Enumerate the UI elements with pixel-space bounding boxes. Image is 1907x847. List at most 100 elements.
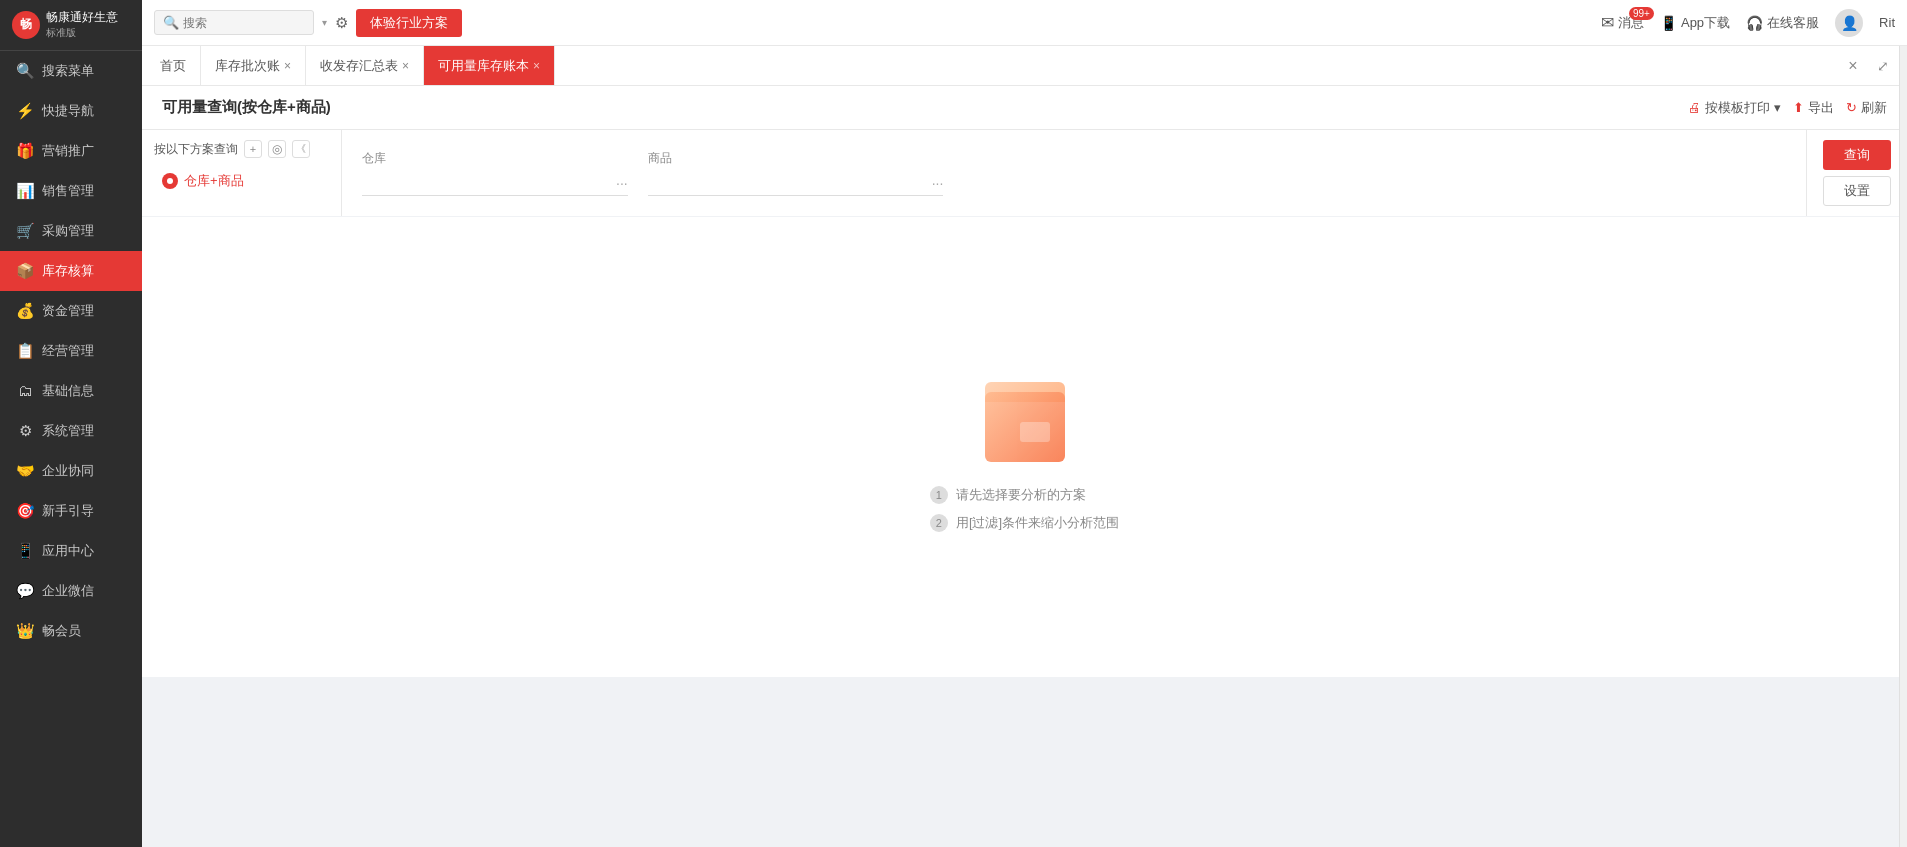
sidebar-item-label: 企业微信 (42, 582, 94, 600)
add-scheme-button[interactable]: + (244, 140, 262, 158)
export-icon: ⬆ (1793, 100, 1804, 115)
clipboard-icon: 📋 (16, 342, 34, 360)
search-icon: 🔍 (16, 62, 34, 80)
print-chevron-icon: ▾ (1774, 100, 1781, 115)
sidebar-item-search[interactable]: 🔍 搜索菜单 (0, 51, 142, 91)
sidebar-item-wechat[interactable]: 💬 企业微信 (0, 571, 142, 611)
print-button[interactable]: 🖨 按模板打印 ▾ (1688, 99, 1781, 117)
chat-icon: 💬 (16, 582, 34, 600)
filter-fields: 仓库 ··· 商品 ··· (342, 130, 1806, 216)
empty-tip-2: 2 用[过滤]条件来缩小分析范围 (930, 514, 1119, 532)
tabbar-right-actions: × ⤢ (1841, 54, 1903, 78)
sidebar-logo: 畅 畅康通好生意 标准版 (0, 0, 142, 51)
shortcut-icon: ⚡ (16, 102, 34, 120)
logo-badge: 标准版 (46, 26, 118, 40)
scheme-header: 按以下方案查询 + ◎ 《 (154, 140, 329, 158)
target-icon: 🎯 (16, 502, 34, 520)
sidebar-item-appcenter[interactable]: 📱 应用中心 (0, 531, 142, 571)
topbar-search-box[interactable]: 🔍 (154, 10, 314, 35)
settings-scheme-button[interactable]: ◎ (268, 140, 286, 158)
tab-close-income[interactable]: × (402, 59, 409, 73)
sidebar-item-inventory[interactable]: 📦 库存核算 (0, 251, 142, 291)
folder-icon: 🗂 (16, 382, 34, 399)
sidebar-item-label: 搜索菜单 (42, 62, 94, 80)
page-action-bar: 🖨 按模板打印 ▾ ⬆ 导出 ↻ 刷新 (1688, 99, 1887, 117)
empty-illustration (975, 362, 1075, 462)
box-body (985, 392, 1065, 462)
settings-button[interactable]: 设置 (1823, 176, 1891, 206)
sidebar-item-label: 资金管理 (42, 302, 94, 320)
logo-text-block: 畅康通好生意 标准版 (46, 10, 118, 40)
product-input[interactable] (648, 176, 928, 191)
message-button[interactable]: ✉ 消息 99+ (1601, 13, 1644, 32)
content-area: 可用量查询(按仓库+商品) 🖨 按模板打印 ▾ ⬆ 导出 ↻ 刷新 (142, 86, 1907, 847)
tab-batch-account[interactable]: 库存批次账 × (201, 46, 306, 85)
topbar: 🔍 ▾ ⚙ 体验行业方案 ✉ 消息 99+ 📱 App下载 🎧 在线客服 👤 R (142, 0, 1907, 46)
collapse-scheme-button[interactable]: 《 (292, 140, 310, 158)
logo-icon: 畅 (12, 11, 40, 39)
warehouse-more-button[interactable]: ··· (616, 175, 628, 191)
right-scroll-edge (1899, 46, 1907, 847)
message-icon: ✉ (1601, 13, 1614, 32)
sidebar-item-label: 销售管理 (42, 182, 94, 200)
sidebar-item-guide[interactable]: 🎯 新手引导 (0, 491, 142, 531)
app-icon: 📱 (16, 542, 34, 560)
print-icon: 🖨 (1688, 100, 1701, 115)
tab-available-qty[interactable]: 可用量库存账本 × (424, 46, 555, 85)
app-download-button[interactable]: 📱 App下载 (1660, 14, 1730, 32)
trial-button[interactable]: 体验行业方案 (356, 9, 462, 37)
username-label[interactable]: Rit (1879, 15, 1895, 30)
gear-icon: ⚙ (16, 422, 34, 440)
sidebar-item-member[interactable]: 👑 畅会员 (0, 611, 142, 651)
refresh-button[interactable]: ↻ 刷新 (1846, 99, 1887, 117)
tabbar: 首页 库存批次账 × 收发存汇总表 × 可用量库存账本 × × ⤢ (142, 46, 1907, 86)
tab-close-batch[interactable]: × (284, 59, 291, 73)
window-expand-button[interactable]: ⤢ (1871, 54, 1895, 78)
sidebar-item-system[interactable]: ⚙ 系统管理 (0, 411, 142, 451)
sidebar: 畅 畅康通好生意 标准版 🔍 搜索菜单 ⚡ 快捷导航 🎁 营销推广 📊 销售管理… (0, 0, 142, 847)
sidebar-item-label: 系统管理 (42, 422, 94, 440)
product-more-button[interactable]: ··· (932, 175, 944, 191)
export-button[interactable]: ⬆ 导出 (1793, 99, 1834, 117)
svg-point-0 (167, 178, 173, 184)
avatar[interactable]: 👤 (1835, 9, 1863, 37)
sidebar-item-label: 库存核算 (42, 262, 94, 280)
filter-area: 按以下方案查询 + ◎ 《 仓库+商品 仓库 (142, 130, 1907, 216)
sidebar-item-finance[interactable]: 💰 资金管理 (0, 291, 142, 331)
settings-icon[interactable]: ⚙ (335, 14, 348, 32)
tab-home[interactable]: 首页 (146, 46, 201, 85)
sidebar-item-label: 新手引导 (42, 502, 94, 520)
empty-state: 1 请先选择要分析的方案 2 用[过滤]条件来缩小分析范围 (142, 217, 1907, 677)
sidebar-item-label: 应用中心 (42, 542, 94, 560)
sidebar-item-sales[interactable]: 📊 销售管理 (0, 171, 142, 211)
tip-num-2: 2 (930, 514, 948, 532)
sidebar-item-purchase[interactable]: 🛒 采购管理 (0, 211, 142, 251)
main-area: 🔍 ▾ ⚙ 体验行业方案 ✉ 消息 99+ 📱 App下载 🎧 在线客服 👤 R (142, 0, 1907, 847)
tab-close-available[interactable]: × (533, 59, 540, 73)
sidebar-item-marketing[interactable]: 🎁 营销推广 (0, 131, 142, 171)
sidebar-item-basic[interactable]: 🗂 基础信息 (0, 371, 142, 411)
tip-num-1: 1 (930, 486, 948, 504)
chevron-down-icon[interactable]: ▾ (322, 17, 327, 28)
crown-icon: 👑 (16, 622, 34, 640)
sidebar-item-label: 采购管理 (42, 222, 94, 240)
sidebar-item-label: 畅会员 (42, 622, 81, 640)
sidebar-item-operations[interactable]: 📋 经营管理 (0, 331, 142, 371)
page-header: 可用量查询(按仓库+商品) 🖨 按模板打印 ▾ ⬆ 导出 ↻ 刷新 (142, 86, 1907, 130)
warehouse-input[interactable] (362, 176, 612, 191)
scheme-warehouse-product[interactable]: 仓库+商品 (154, 166, 329, 196)
query-button[interactable]: 查询 (1823, 140, 1891, 170)
money-icon: 💰 (16, 302, 34, 320)
search-input[interactable] (183, 16, 293, 30)
tab-income-summary[interactable]: 收发存汇总表 × (306, 46, 424, 85)
sidebar-item-label: 快捷导航 (42, 102, 94, 120)
sidebar-item-cooperation[interactable]: 🤝 企业协同 (0, 451, 142, 491)
box-face (1020, 422, 1050, 442)
window-close-button[interactable]: × (1841, 54, 1865, 78)
service-button[interactable]: 🎧 在线客服 (1746, 14, 1819, 32)
filter-action-buttons: 查询 设置 (1806, 130, 1907, 216)
product-input-wrapper: ··· (648, 171, 944, 196)
refresh-icon: ↻ (1846, 100, 1857, 115)
topbar-right: ✉ 消息 99+ 📱 App下载 🎧 在线客服 👤 Rit (1601, 9, 1895, 37)
sidebar-item-shortcut[interactable]: ⚡ 快捷导航 (0, 91, 142, 131)
